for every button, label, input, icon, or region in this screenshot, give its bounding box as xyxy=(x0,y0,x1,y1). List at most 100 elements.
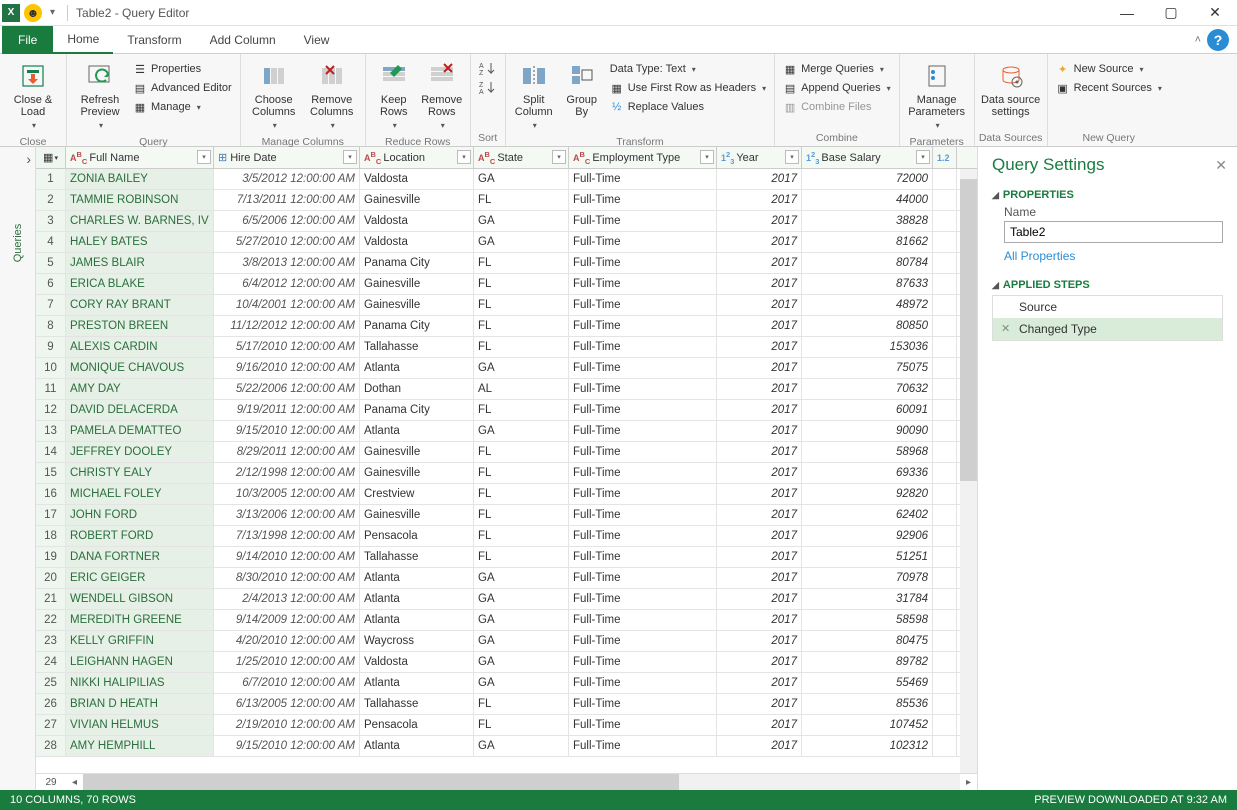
cell-extra[interactable] xyxy=(933,505,957,525)
sort-asc-button[interactable]: AZ xyxy=(477,60,499,78)
cell-extra[interactable] xyxy=(933,190,957,210)
cell-hiredate[interactable]: 5/22/2006 12:00:00 AM xyxy=(214,379,360,399)
cell-year[interactable]: 2017 xyxy=(717,232,802,252)
cell-fullname[interactable]: ZONIA BAILEY xyxy=(66,169,214,189)
cell-state[interactable]: GA xyxy=(474,652,569,672)
cell-year[interactable]: 2017 xyxy=(717,736,802,756)
cell-emptype[interactable]: Full-Time xyxy=(569,631,717,651)
cell-extra[interactable] xyxy=(933,673,957,693)
cell-emptype[interactable]: Full-Time xyxy=(569,736,717,756)
close-settings-button[interactable]: ✕ xyxy=(1215,157,1227,174)
cell-extra[interactable] xyxy=(933,715,957,735)
cell-salary[interactable]: 51251 xyxy=(802,547,933,567)
refresh-preview-button[interactable]: Refresh Preview▾ xyxy=(73,58,127,132)
cell-hiredate[interactable]: 9/19/2011 12:00:00 AM xyxy=(214,400,360,420)
cell-state[interactable]: FL xyxy=(474,547,569,567)
cell-salary[interactable]: 87633 xyxy=(802,274,933,294)
cell-year[interactable]: 2017 xyxy=(717,211,802,231)
cell-extra[interactable] xyxy=(933,610,957,630)
cell-salary[interactable]: 102312 xyxy=(802,736,933,756)
cell-salary[interactable]: 85536 xyxy=(802,694,933,714)
col-header-emptype[interactable]: ABCEmployment Type▾ xyxy=(569,147,717,168)
cell-fullname[interactable]: JEFFREY DOOLEY xyxy=(66,442,214,462)
cell-extra[interactable] xyxy=(933,484,957,504)
properties-button[interactable]: ☰Properties xyxy=(131,60,234,78)
table-row[interactable]: 8 PRESTON BREEN 11/12/2012 12:00:00 AM P… xyxy=(36,316,977,337)
cell-salary[interactable]: 89782 xyxy=(802,652,933,672)
cell-year[interactable]: 2017 xyxy=(717,442,802,462)
cell-location[interactable]: Atlanta xyxy=(360,673,474,693)
cell-state[interactable]: GA xyxy=(474,610,569,630)
cell-emptype[interactable]: Full-Time xyxy=(569,442,717,462)
cell-location[interactable]: Gainesville xyxy=(360,442,474,462)
queries-panel-collapsed[interactable]: › Queries xyxy=(0,147,36,790)
scroll-thumb[interactable] xyxy=(83,774,679,791)
cell-state[interactable]: GA xyxy=(474,736,569,756)
cell-year[interactable]: 2017 xyxy=(717,484,802,504)
maximize-button[interactable]: ▢ xyxy=(1149,0,1193,26)
cell-extra[interactable] xyxy=(933,400,957,420)
manage-parameters-button[interactable]: Manage Parameters▾ xyxy=(906,58,968,132)
cell-salary[interactable]: 58968 xyxy=(802,442,933,462)
qat-dropdown[interactable]: ▾ xyxy=(46,7,59,18)
cell-state[interactable]: AL xyxy=(474,379,569,399)
vertical-scrollbar[interactable] xyxy=(960,169,977,773)
table-row[interactable]: 7 CORY RAY BRANT 10/4/2001 12:00:00 AM G… xyxy=(36,295,977,316)
recent-sources-button[interactable]: ▣Recent Sources▾ xyxy=(1054,79,1164,97)
cell-hiredate[interactable]: 6/13/2005 12:00:00 AM xyxy=(214,694,360,714)
cell-year[interactable]: 2017 xyxy=(717,589,802,609)
delete-step-icon[interactable]: ✕ xyxy=(1001,322,1010,335)
cell-salary[interactable]: 38828 xyxy=(802,211,933,231)
cell-extra[interactable] xyxy=(933,337,957,357)
cell-emptype[interactable]: Full-Time xyxy=(569,358,717,378)
cell-emptype[interactable]: Full-Time xyxy=(569,295,717,315)
table-row[interactable]: 3 CHARLES W. BARNES, IV 6/5/2006 12:00:0… xyxy=(36,211,977,232)
col-header-location[interactable]: ABCLocation▾ xyxy=(360,147,474,168)
cell-state[interactable]: FL xyxy=(474,463,569,483)
cell-emptype[interactable]: Full-Time xyxy=(569,211,717,231)
cell-emptype[interactable]: Full-Time xyxy=(569,505,717,525)
cell-emptype[interactable]: Full-Time xyxy=(569,337,717,357)
cell-salary[interactable]: 44000 xyxy=(802,190,933,210)
cell-year[interactable]: 2017 xyxy=(717,253,802,273)
cell-state[interactable]: GA xyxy=(474,568,569,588)
cell-location[interactable]: Tallahasse xyxy=(360,337,474,357)
cell-state[interactable]: GA xyxy=(474,673,569,693)
table-row[interactable]: 14 JEFFREY DOOLEY 8/29/2011 12:00:00 AM … xyxy=(36,442,977,463)
cell-hiredate[interactable]: 8/29/2011 12:00:00 AM xyxy=(214,442,360,462)
cell-salary[interactable]: 62402 xyxy=(802,505,933,525)
cell-emptype[interactable]: Full-Time xyxy=(569,589,717,609)
cell-fullname[interactable]: CORY RAY BRANT xyxy=(66,295,214,315)
cell-emptype[interactable]: Full-Time xyxy=(569,463,717,483)
cell-state[interactable]: FL xyxy=(474,400,569,420)
cell-emptype[interactable]: Full-Time xyxy=(569,526,717,546)
scroll-left-icon[interactable]: ◂ xyxy=(66,774,83,791)
horizontal-scrollbar[interactable]: 29 ◂ ▸ xyxy=(36,773,977,790)
tab-file[interactable]: File xyxy=(2,26,53,54)
cell-emptype[interactable]: Full-Time xyxy=(569,400,717,420)
cell-salary[interactable]: 81662 xyxy=(802,232,933,252)
cell-extra[interactable] xyxy=(933,253,957,273)
cell-fullname[interactable]: ERIC GEIGER xyxy=(66,568,214,588)
cell-emptype[interactable]: Full-Time xyxy=(569,169,717,189)
vscroll-thumb[interactable] xyxy=(960,179,977,481)
table-row[interactable]: 15 CHRISTY EALY 2/12/1998 12:00:00 AM Ga… xyxy=(36,463,977,484)
cell-state[interactable]: GA xyxy=(474,631,569,651)
append-queries-button[interactable]: ▤Append Queries▾ xyxy=(781,79,893,97)
cell-year[interactable]: 2017 xyxy=(717,715,802,735)
cell-location[interactable]: Valdosta xyxy=(360,232,474,252)
cell-state[interactable]: FL xyxy=(474,253,569,273)
cell-salary[interactable]: 80475 xyxy=(802,631,933,651)
table-row[interactable]: 24 LEIGHANN HAGEN 1/25/2010 12:00:00 AM … xyxy=(36,652,977,673)
cell-state[interactable]: FL xyxy=(474,190,569,210)
cell-year[interactable]: 2017 xyxy=(717,358,802,378)
cell-location[interactable]: Gainesville xyxy=(360,295,474,315)
cell-hiredate[interactable]: 6/7/2010 12:00:00 AM xyxy=(214,673,360,693)
cell-salary[interactable]: 55469 xyxy=(802,673,933,693)
cell-fullname[interactable]: HALEY BATES xyxy=(66,232,214,252)
cell-hiredate[interactable]: 3/13/2006 12:00:00 AM xyxy=(214,505,360,525)
new-source-button[interactable]: ✦New Source▾ xyxy=(1054,60,1164,78)
cell-location[interactable]: Gainesville xyxy=(360,190,474,210)
first-row-headers-button[interactable]: ▦Use First Row as Headers▾ xyxy=(608,79,768,97)
merge-queries-button[interactable]: ▦Merge Queries▾ xyxy=(781,60,893,78)
